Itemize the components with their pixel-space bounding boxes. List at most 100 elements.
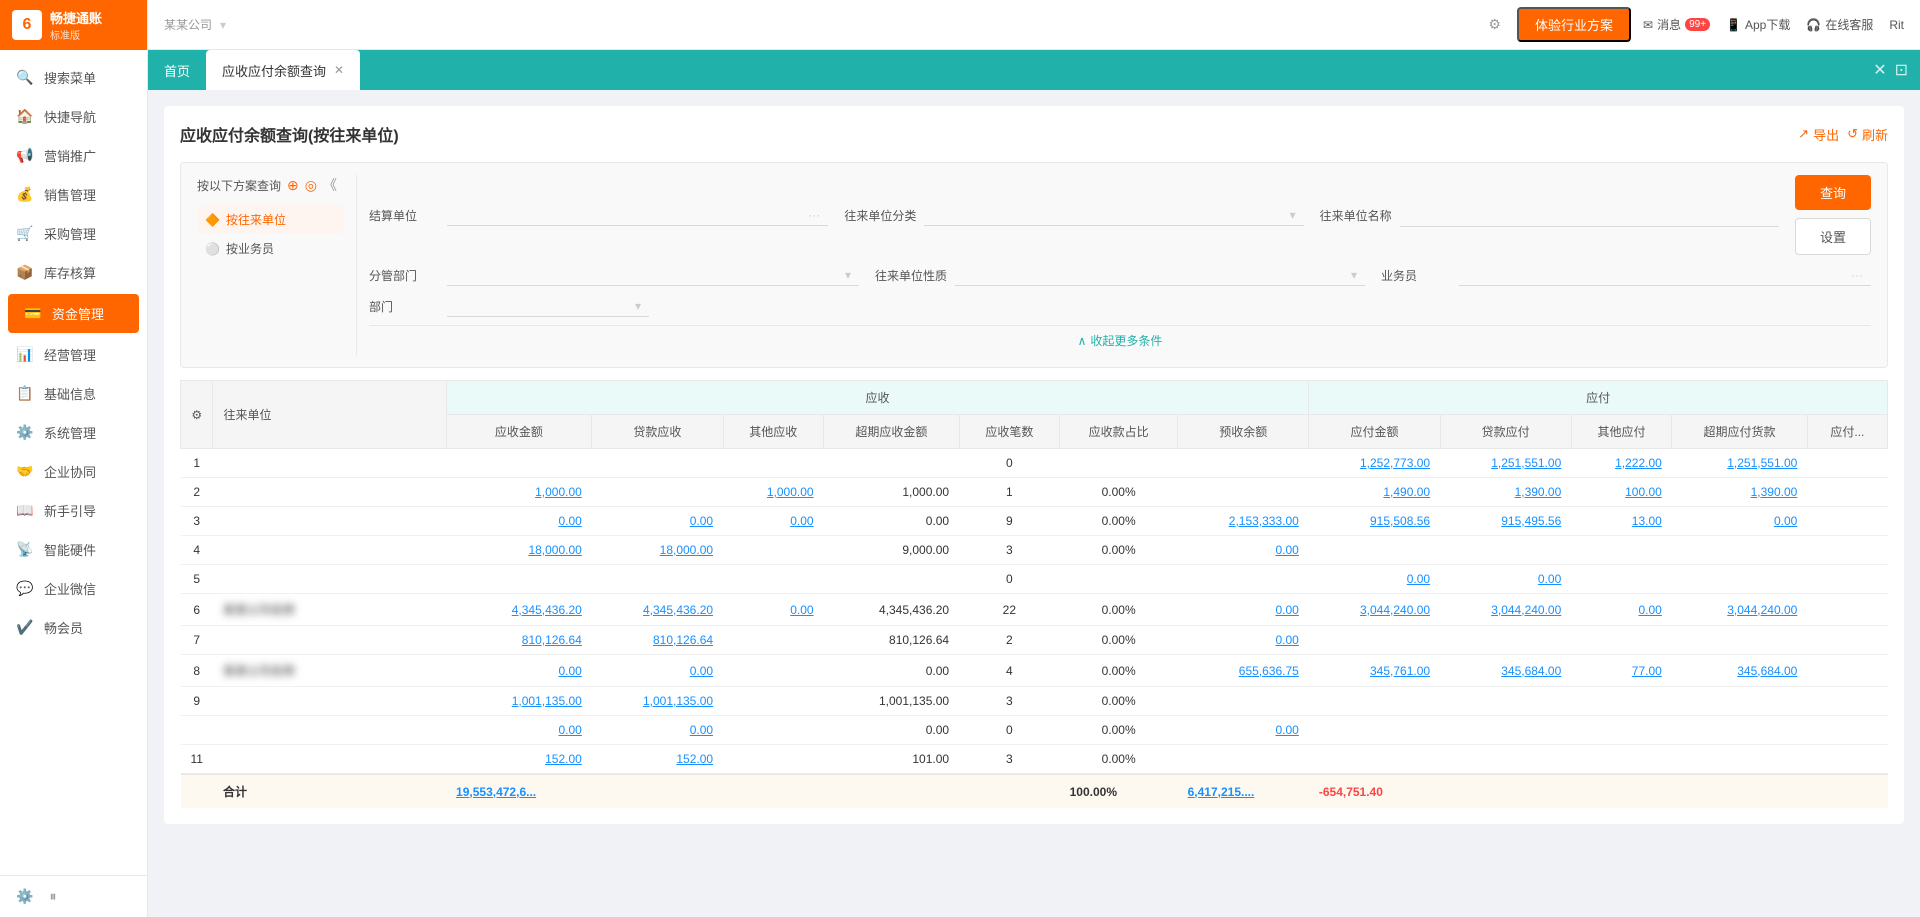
sidebar-item-enterprise[interactable]: 🤝 企业协同 [0, 452, 147, 491]
settings-button[interactable]: 设置 [1795, 218, 1871, 255]
salesman-dots[interactable]: ··· [1851, 268, 1863, 282]
table-cell[interactable]: 915,508.56 [1309, 507, 1440, 536]
settings-bottom-icon[interactable]: ⚙️ [16, 888, 33, 905]
table-cell[interactable]: 1,222.00 [1571, 449, 1672, 478]
tab-home[interactable]: 首页 [148, 50, 206, 90]
table-cell[interactable]: 0.00 [592, 507, 723, 536]
table-cell[interactable]: 345,684.00 [1440, 655, 1571, 687]
sidebar-item-operations[interactable]: 📊 经营管理 [0, 335, 147, 374]
add-scheme-icon[interactable]: ⊕ [287, 177, 299, 194]
table-cell[interactable]: 0.00 [723, 507, 824, 536]
online-service-button[interactable]: 🎧 在线客服 [1806, 16, 1873, 33]
dot-scheme-icon[interactable]: ◎ [305, 177, 317, 194]
table-cell[interactable]: 0.00 [1672, 507, 1808, 536]
table-cell [1672, 536, 1808, 565]
sidebar-item-member[interactable]: ✔️ 畅会员 [0, 608, 147, 647]
tab-maximize-icon[interactable]: ⊡ [1895, 60, 1908, 80]
tab-close-icon[interactable]: ✕ [334, 63, 344, 77]
promo-button[interactable]: 体验行业方案 [1517, 7, 1631, 42]
table-cell[interactable]: 152.00 [592, 745, 723, 775]
expand-scheme-icon[interactable]: 《 [323, 175, 337, 195]
table-cell[interactable]: 100.00 [1571, 478, 1672, 507]
table-cell[interactable]: 1,252,773.00 [1309, 449, 1440, 478]
sidebar-item-hardware[interactable]: 📡 智能硬件 [0, 530, 147, 569]
managing-dept-select[interactable]: ▾ [447, 265, 859, 286]
table-cell[interactable]: 4,345,436.20 [592, 594, 723, 626]
refresh-button[interactable]: ↺ 刷新 [1847, 125, 1888, 144]
sidebar-item-system[interactable]: ⚙️ 系统管理 [0, 413, 147, 452]
table-cell[interactable]: 1,490.00 [1309, 478, 1440, 507]
table-cell[interactable]: 0.00 [1178, 594, 1309, 626]
sidebar-item-wechat[interactable]: 💬 企业微信 [0, 569, 147, 608]
export-button[interactable]: ↗ 导出 [1798, 125, 1839, 144]
sidebar-item-marketing[interactable]: 📢 营销推广 [0, 136, 147, 175]
table-cell[interactable]: 1,251,551.00 [1440, 449, 1571, 478]
table-cell[interactable]: 13.00 [1571, 507, 1672, 536]
settlement-unit-dots[interactable]: ··· [808, 208, 820, 222]
table-cell[interactable]: 0.00 [1440, 565, 1571, 594]
app-download-button[interactable]: 📱 App下载 [1726, 16, 1790, 33]
table-cell[interactable]: 152.00 [446, 745, 592, 775]
table-cell[interactable]: 0.00 [1178, 716, 1309, 745]
table-cell[interactable]: 0.00 [1178, 536, 1309, 565]
table-cell[interactable]: 1,001,135.00 [446, 687, 592, 716]
sidebar-item-capital[interactable]: 💳 资金管理 [8, 294, 139, 333]
sidebar-item-basic-info[interactable]: 📋 基础信息 [0, 374, 147, 413]
sidebar-item-quick-nav[interactable]: 🏠 快捷导航 [0, 97, 147, 136]
footer-ar-amount[interactable]: 19,553,472,6... [446, 774, 592, 808]
sidebar-item-purchase[interactable]: 🛒 采购管理 [0, 214, 147, 253]
collapse-more-button[interactable]: ∧ 收起更多条件 [369, 325, 1871, 355]
table-cell[interactable]: 810,126.64 [592, 626, 723, 655]
table-cell[interactable]: 3,044,240.00 [1309, 594, 1440, 626]
system-icon: ⚙️ [16, 424, 34, 441]
table-cell[interactable]: 0.00 [1309, 565, 1440, 594]
table-cell[interactable]: 810,126.64 [446, 626, 592, 655]
table-cell[interactable]: 1,000.00 [446, 478, 592, 507]
sidebar-item-guide[interactable]: 📖 新手引导 [0, 491, 147, 530]
table-cell[interactable]: 1,001,135.00 [592, 687, 723, 716]
user-menu[interactable]: Rit [1889, 18, 1904, 32]
sidebar-item-inventory[interactable]: 📦 库存核算 [0, 253, 147, 292]
partner-nature-select[interactable]: ▾ [955, 265, 1365, 286]
table-cell[interactable]: 77.00 [1571, 655, 1672, 687]
tab-ar-ap-query[interactable]: 应收应付余额查询 ✕ [206, 50, 360, 90]
footer-advance-bal[interactable]: 6,417,215.... [1178, 774, 1309, 808]
sidebar-item-search-menu[interactable]: 🔍 搜索菜单 [0, 58, 147, 97]
logo-subtitle: 标准版 [50, 27, 102, 42]
table-cell[interactable]: 3,044,240.00 [1672, 594, 1808, 626]
scheme-by-salesman[interactable]: ⚪ 按业务员 [197, 234, 344, 263]
table-cell[interactable]: 4,345,436.20 [446, 594, 592, 626]
partner-category-select[interactable]: ▾ [924, 205, 1303, 226]
table-settings-header[interactable]: ⚙ [181, 381, 213, 449]
table-cell[interactable]: 2,153,333.00 [1178, 507, 1309, 536]
tab-close-window-icon[interactable]: ✕ [1873, 60, 1886, 80]
table-cell[interactable]: 0.00 [446, 507, 592, 536]
partner-name-input[interactable] [1400, 204, 1779, 227]
table-cell[interactable]: 655,636.75 [1178, 655, 1309, 687]
table-cell[interactable]: 915,495.56 [1440, 507, 1571, 536]
table-cell[interactable]: 3,044,240.00 [1440, 594, 1571, 626]
sidebar-item-sales[interactable]: 💰 销售管理 [0, 175, 147, 214]
table-cell[interactable]: 0.00 [592, 716, 723, 745]
table-cell[interactable]: 345,761.00 [1309, 655, 1440, 687]
table-cell[interactable]: 18,000.00 [592, 536, 723, 565]
table-cell[interactable]: 0.00 [723, 594, 824, 626]
table-cell[interactable]: 1,390.00 [1440, 478, 1571, 507]
table-cell[interactable]: 1,000.00 [723, 478, 824, 507]
scheme-by-unit[interactable]: 🔶 按往来单位 [197, 205, 344, 234]
department-select[interactable]: ▾ [447, 296, 649, 317]
table-cell[interactable]: 345,684.00 [1672, 655, 1808, 687]
table-cell[interactable]: 0.00 [446, 716, 592, 745]
table-cell[interactable]: 18,000.00 [446, 536, 592, 565]
table-cell[interactable]: 0.00 [592, 655, 723, 687]
table-cell[interactable]: 1,251,551.00 [1672, 449, 1808, 478]
table-cell[interactable]: 1,390.00 [1672, 478, 1808, 507]
table-cell[interactable]: 0.00 [1178, 626, 1309, 655]
collapse-icon[interactable]: ⏸ [49, 888, 56, 905]
sidebar-item-label: 快捷导航 [44, 107, 96, 126]
table-cell[interactable]: 0.00 [446, 655, 592, 687]
gear-icon[interactable]: ⚙ [1484, 12, 1505, 37]
messages-button[interactable]: ✉ 消息 99+ [1643, 16, 1710, 33]
query-button[interactable]: 查询 [1795, 175, 1871, 210]
table-cell[interactable]: 0.00 [1571, 594, 1672, 626]
